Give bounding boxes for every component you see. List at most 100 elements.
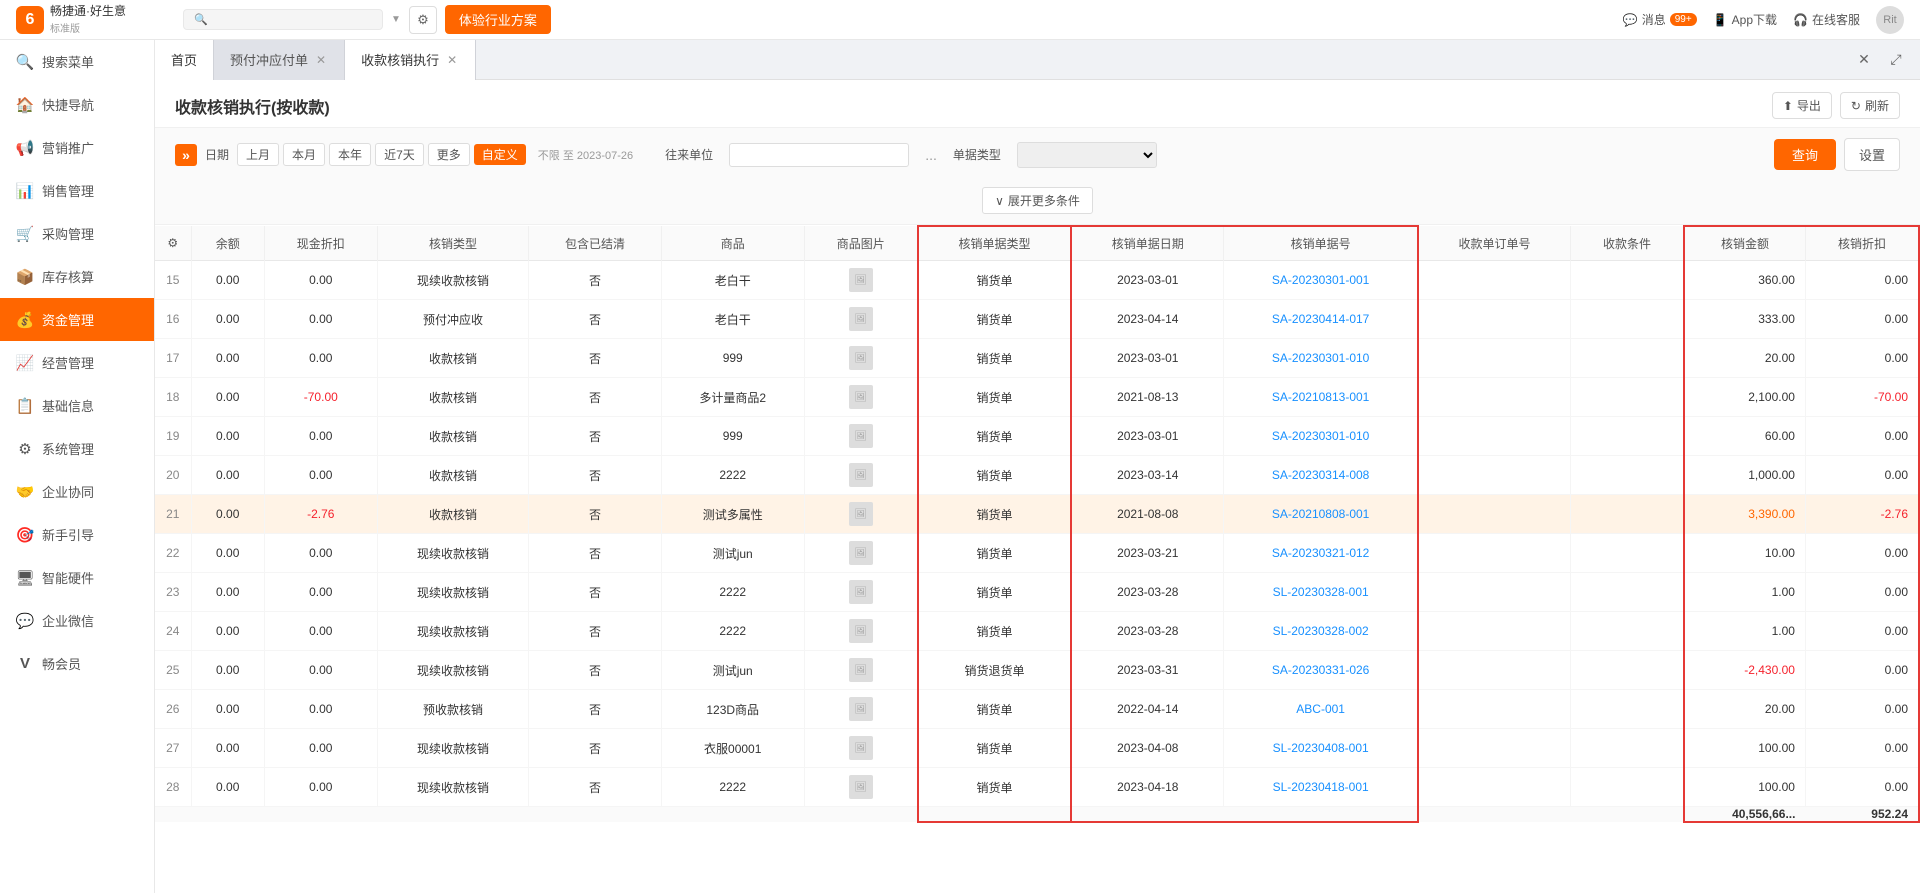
cell-verify-bill-no[interactable]: SL-20230328-002	[1224, 612, 1418, 651]
user-menu[interactable]: Rit	[1876, 6, 1904, 34]
cell-receipt-order-no	[1418, 495, 1571, 534]
sidebar-item-basicinfo[interactable]: 📋 基础信息	[0, 384, 154, 427]
sidebar-item-wechat[interactable]: 💬 企业微信	[0, 599, 154, 642]
top-search-box[interactable]: 🔍	[183, 9, 383, 30]
sidebar-item-management[interactable]: 📈 经营管理	[0, 341, 154, 384]
sidebar-item-search[interactable]: 🔍 搜索菜单	[0, 40, 154, 83]
tab-close-verify[interactable]: ✕	[445, 51, 459, 69]
origin-unit-input[interactable]	[729, 143, 909, 167]
cell-goods: 2222	[661, 573, 804, 612]
tab-verify[interactable]: 收款核销执行 ✕	[345, 40, 476, 80]
table-header-row: ⚙ 余额 现金折扣 核销类型 包含已结清 商品 商品图片 核销单据类型 核销单据…	[155, 226, 1919, 261]
cell-cash-discount: -70.00	[264, 378, 377, 417]
sidebar-item-collab[interactable]: 🤝 企业协同	[0, 470, 154, 513]
cell-verify-bill-type: 销货单	[918, 417, 1071, 456]
cell-goods: 多计量商品2	[661, 378, 804, 417]
cell-include-cleared: 否	[529, 378, 661, 417]
cell-verify-bill-no[interactable]: ABC-001	[1224, 690, 1418, 729]
tab-expand-button[interactable]: ⤢	[1884, 48, 1908, 72]
bill-type-select[interactable]	[1017, 142, 1157, 168]
footer-verify-amount-total: 40,556,66...	[1684, 807, 1805, 823]
date-btn-last-month[interactable]: 上月	[237, 143, 279, 166]
cell-receipt-condition	[1571, 534, 1684, 573]
gear-button[interactable]: ⚙	[409, 6, 437, 34]
cell-verify-type: 现续收款核销	[377, 768, 529, 807]
date-custom-button[interactable]: 自定义	[474, 144, 526, 165]
table-container: ⚙ 余额 现金折扣 核销类型 包含已结清 商品 商品图片 核销单据类型 核销单据…	[155, 225, 1920, 893]
tab-close-all-button[interactable]: ✕	[1852, 48, 1876, 72]
th-settings[interactable]: ⚙	[155, 226, 191, 261]
logo-area: 6 畅捷通·好生意 标准版	[16, 4, 171, 35]
sidebar-item-newguide[interactable]: 🎯 新手引导	[0, 513, 154, 556]
table-row: 19 0.00 0.00 收款核销 否 999 🖼 销货单 2023-03-01…	[155, 417, 1919, 456]
page-header: 收款核销执行(按收款) ⬆ 导出 ↻ 刷新	[155, 80, 1920, 128]
sidebar-item-hardware[interactable]: 🖥 智能硬件	[0, 556, 154, 599]
cell-include-cleared: 否	[529, 651, 661, 690]
cell-receipt-condition	[1571, 378, 1684, 417]
settings-button[interactable]: 设置	[1844, 138, 1900, 171]
cell-receipt-order-no	[1418, 729, 1571, 768]
date-btn-7days[interactable]: 近7天	[375, 143, 424, 166]
cell-verify-bill-no[interactable]: SA-20230331-026	[1224, 651, 1418, 690]
cell-verify-bill-no[interactable]: SL-20230328-001	[1224, 573, 1418, 612]
sidebar-item-finance[interactable]: 💰 资金管理	[0, 298, 154, 341]
date-btn-this-month[interactable]: 本月	[283, 143, 325, 166]
cell-no: 16	[155, 300, 191, 339]
date-btn-more[interactable]: 更多	[428, 143, 470, 166]
sidebar-item-inventory[interactable]: 📦 库存核算	[0, 255, 154, 298]
cell-verify-bill-no[interactable]: SL-20230418-001	[1224, 768, 1418, 807]
tab-close-prepay[interactable]: ✕	[314, 51, 328, 69]
message-button[interactable]: 💬 消息 99+	[1623, 11, 1697, 28]
query-button[interactable]: 查询	[1774, 139, 1836, 170]
cell-verify-discount: 0.00	[1805, 261, 1919, 300]
cell-verify-bill-no[interactable]: SA-20230414-017	[1224, 300, 1418, 339]
cell-verify-bill-date: 2023-03-28	[1071, 612, 1224, 651]
cell-verify-bill-no[interactable]: SA-20230314-008	[1224, 456, 1418, 495]
origin-unit-label: 往来单位	[665, 146, 713, 163]
table-row: 17 0.00 0.00 收款核销 否 999 🖼 销货单 2023-03-01…	[155, 339, 1919, 378]
tab-prepay[interactable]: 预付冲应付单 ✕	[214, 40, 345, 80]
cell-balance: 0.00	[191, 300, 264, 339]
cell-verify-amount: 1,000.00	[1684, 456, 1805, 495]
cell-verify-bill-no[interactable]: SA-20210813-001	[1224, 378, 1418, 417]
cell-receipt-order-no	[1418, 300, 1571, 339]
cell-verify-discount: 0.00	[1805, 300, 1919, 339]
online-service-button[interactable]: 🎧 在线客服	[1793, 11, 1860, 28]
cell-verify-bill-no[interactable]: SA-20230301-010	[1224, 339, 1418, 378]
cell-verify-bill-no[interactable]: SA-20230301-001	[1224, 261, 1418, 300]
top-bar-right: 💬 消息 99+ 📱 App下载 🎧 在线客服 Rit	[1623, 6, 1904, 34]
expand-more-button[interactable]: ∨ 展开更多条件	[982, 187, 1093, 214]
filter-expand-button[interactable]: »	[175, 144, 197, 166]
industry-button[interactable]: 体验行业方案	[445, 5, 551, 34]
sidebar-item-sales[interactable]: 📊 销售管理	[0, 169, 154, 212]
cell-verify-type: 收款核销	[377, 417, 529, 456]
cell-verify-bill-no[interactable]: SA-20210808-001	[1224, 495, 1418, 534]
footer-verify-bill-no	[1224, 807, 1418, 823]
footer-receipt-order	[1418, 807, 1571, 823]
avatar: Rit	[1876, 6, 1904, 34]
table-row: 21 0.00 -2.76 收款核销 否 测试多属性 🖼 销货单 2021-08…	[155, 495, 1919, 534]
cell-verify-bill-no[interactable]: SA-20230321-012	[1224, 534, 1418, 573]
sidebar-item-member[interactable]: V 畅会员	[0, 642, 154, 685]
sidebar-item-marketing[interactable]: 📢 营销推广	[0, 126, 154, 169]
cell-include-cleared: 否	[529, 768, 661, 807]
date-range-label: 不限 至 2023-07-26	[538, 147, 633, 163]
refresh-button[interactable]: ↻ 刷新	[1840, 92, 1900, 119]
hardware-icon: 🖥	[16, 569, 34, 587]
app-download-button[interactable]: 📱 App下载	[1713, 11, 1777, 28]
cell-verify-bill-no[interactable]: SL-20230408-001	[1224, 729, 1418, 768]
date-btn-this-year[interactable]: 本年	[329, 143, 371, 166]
tab-home[interactable]: 首页	[155, 40, 214, 80]
cell-verify-bill-type: 销货单	[918, 768, 1071, 807]
dropdown-arrow-icon[interactable]: ▼	[391, 14, 401, 25]
cell-goods: 老白干	[661, 300, 804, 339]
cell-receipt-order-no	[1418, 456, 1571, 495]
export-button[interactable]: ⬆ 导出	[1772, 92, 1832, 119]
sidebar-item-purchase[interactable]: 🛒 采购管理	[0, 212, 154, 255]
sidebar-item-system[interactable]: ⚙ 系统管理	[0, 427, 154, 470]
sidebar-item-quicknav[interactable]: 🏠 快捷导航	[0, 83, 154, 126]
cell-goods: 测试多属性	[661, 495, 804, 534]
cell-verify-amount: 20.00	[1684, 690, 1805, 729]
cell-verify-bill-no[interactable]: SA-20230301-010	[1224, 417, 1418, 456]
cell-receipt-condition	[1571, 261, 1684, 300]
